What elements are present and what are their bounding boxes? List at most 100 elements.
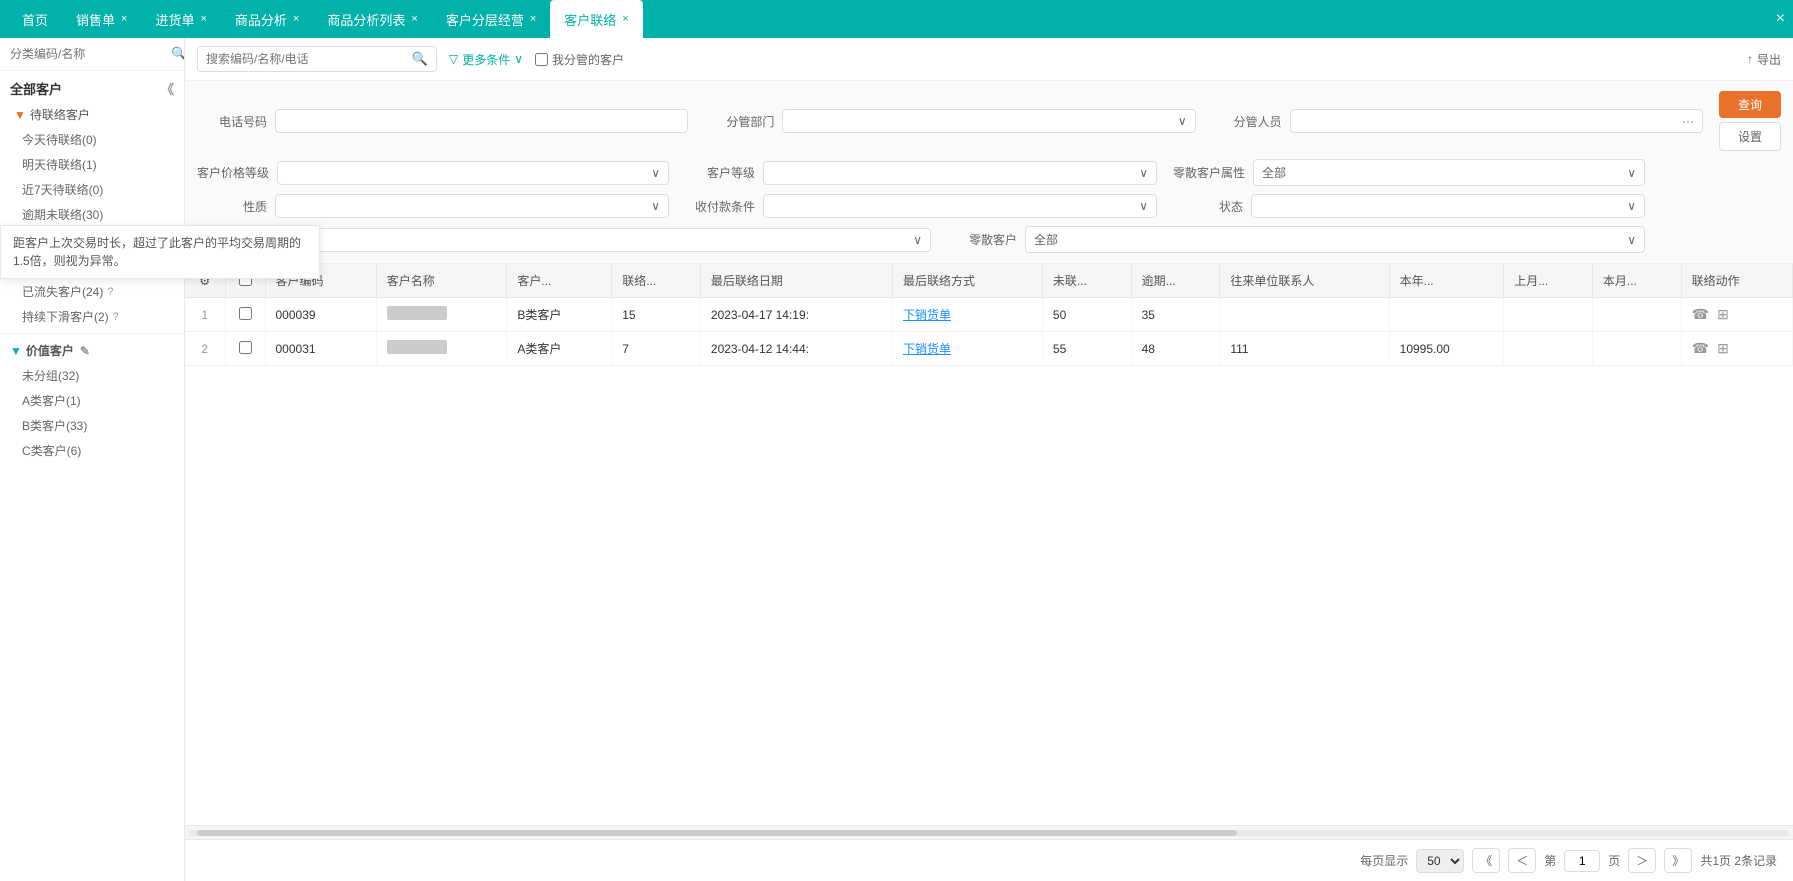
price-level-select[interactable]: ∨	[277, 161, 669, 185]
my-customers-checkbox[interactable]: 我分管的客户	[535, 51, 624, 68]
pending-contact-group[interactable]: ▼ 待联络客户	[0, 102, 184, 127]
row1-actions: ☎ ⊞	[1681, 298, 1792, 332]
nav-product-list[interactable]: 商品分析列表 ×	[313, 0, 431, 38]
this-year-col-header[interactable]: 本年...	[1389, 264, 1504, 298]
sidebar-search-input[interactable]	[10, 47, 165, 61]
contact-person-col-header[interactable]: 往来单位联系人	[1220, 264, 1389, 298]
person-select[interactable]: ···	[1290, 109, 1703, 133]
more-filters-btn[interactable]: ▽ 更多条件 ∨	[449, 51, 523, 68]
close-all-tabs[interactable]: ×	[1776, 10, 1785, 28]
table-row: 1 000039 B类客户	[185, 298, 1793, 332]
row1-more-icon[interactable]: ⊞	[1717, 306, 1729, 323]
nav-customer-contact[interactable]: 客户联络 ×	[550, 0, 642, 38]
gender-select[interactable]: ∨	[275, 194, 669, 218]
row1-last-method[interactable]: 下销货单	[892, 298, 1042, 332]
row2-code[interactable]: 000031	[265, 332, 376, 366]
value-ungroup[interactable]: 未分组(32)	[0, 363, 184, 388]
nav-purchase-close[interactable]: ×	[200, 13, 206, 25]
row2-uncontacted: 55	[1042, 332, 1131, 366]
retail-customer-select[interactable]: 全部 ∨	[1025, 226, 1645, 253]
prev-page-btn[interactable]: ＜	[1508, 848, 1536, 873]
nav-purchase[interactable]: 进货单 ×	[141, 0, 220, 38]
all-customers-label[interactable]: 全部客户	[10, 79, 62, 98]
status-chevron: ∨	[1627, 199, 1636, 213]
nav-sales[interactable]: 销售单 ×	[62, 0, 141, 38]
value-c[interactable]: C类客户(6)	[0, 438, 184, 463]
row1-code[interactable]: 000039	[265, 298, 376, 332]
payment-select[interactable]: ∨	[763, 194, 1157, 218]
row1-uncontacted: 50	[1042, 298, 1131, 332]
level-col-header[interactable]: 客户...	[507, 264, 612, 298]
name-col-header[interactable]: 客户名称	[376, 264, 507, 298]
row2-name	[376, 332, 507, 366]
main-search-icon[interactable]: 🔍	[412, 51, 428, 67]
customer-type-select[interactable]: ∨	[311, 228, 931, 252]
gender-chevron: ∨	[651, 199, 660, 213]
nav-customer-contact-close[interactable]: ×	[622, 13, 628, 25]
today-pending[interactable]: 今天待联络(0)	[0, 127, 184, 152]
nav-product-analysis-close[interactable]: ×	[293, 13, 299, 25]
main-layout: 🔍 全部客户 《 ▼ 待联络客户 今天待联络(0) 明天待联络(1) 近7天待联…	[0, 38, 1793, 881]
row2-last-method[interactable]: 下销货单	[892, 332, 1042, 366]
query-btn[interactable]: 查询	[1719, 91, 1781, 118]
contact-col-header[interactable]: 联络...	[612, 264, 701, 298]
retail-attr-chevron: ∨	[1627, 166, 1636, 180]
last-method-col-header[interactable]: 最后联络方式	[892, 264, 1042, 298]
value-customers-group[interactable]: ▼ 价值客户 ✎	[0, 338, 184, 363]
row1-checkbox[interactable]	[225, 298, 265, 332]
customer-level-label: 客户等级	[685, 164, 755, 181]
row2-last-date: 2023-04-12 14:44:	[700, 332, 892, 366]
row2-more-icon[interactable]: ⊞	[1717, 340, 1729, 357]
export-btn[interactable]: ↑ 导出	[1747, 51, 1781, 68]
overdue-col-header[interactable]: 逾期...	[1131, 264, 1220, 298]
last-date-col-header[interactable]: 最后联络日期	[700, 264, 892, 298]
value-a[interactable]: A类客户(1)	[0, 388, 184, 413]
nav-product-list-close[interactable]: ×	[411, 13, 417, 25]
row2-contact: 7	[612, 332, 701, 366]
main-search-input[interactable]	[206, 52, 406, 66]
current-page-input[interactable]	[1564, 850, 1600, 872]
row1-check[interactable]	[239, 307, 252, 320]
dept-select[interactable]: ∨	[782, 109, 1195, 133]
row2-overdue: 48	[1131, 332, 1220, 366]
declining-customers-item[interactable]: 持续下滑客户(2) ?	[0, 304, 184, 329]
row2-level: A类客户	[507, 332, 612, 366]
last-month-col-header[interactable]: 上月...	[1504, 264, 1593, 298]
nav-customer-tier[interactable]: 客户分层经营 ×	[432, 0, 550, 38]
last-page-btn[interactable]: 》	[1664, 848, 1692, 873]
this-month-col-header[interactable]: 本月...	[1592, 264, 1681, 298]
my-customers-check[interactable]	[535, 53, 548, 66]
nav-home[interactable]: 首页	[8, 0, 62, 38]
churned-customers-item[interactable]: 已流失客户(24) ?	[0, 279, 184, 304]
customer-level-select[interactable]: ∨	[763, 161, 1157, 185]
nav-customer-tier-close[interactable]: ×	[530, 13, 536, 25]
h-scrollbar-thumb[interactable]	[197, 830, 1237, 836]
next-page-btn[interactable]: ＞	[1628, 848, 1656, 873]
uncontacted-col-header[interactable]: 未联...	[1042, 264, 1131, 298]
sidebar: 🔍 全部客户 《 ▼ 待联络客户 今天待联络(0) 明天待联络(1) 近7天待联…	[0, 38, 185, 881]
h-scrollbar[interactable]	[185, 825, 1793, 839]
value-customers-edit-icon[interactable]: ✎	[80, 344, 90, 358]
sidebar-collapse-icon[interactable]: 《	[161, 79, 174, 98]
row2-phone-icon[interactable]: ☎	[1692, 340, 1709, 357]
h-scrollbar-track[interactable]	[189, 830, 1789, 836]
nav-sales-close[interactable]: ×	[121, 13, 127, 25]
retail-attr-select[interactable]: 全部 ∨	[1253, 159, 1645, 186]
value-b[interactable]: B类客户(33)	[0, 413, 184, 438]
row2-check[interactable]	[239, 341, 252, 354]
settings-btn[interactable]: 设置	[1719, 122, 1781, 151]
nav-product-analysis[interactable]: 商品分析 ×	[221, 0, 313, 38]
status-select[interactable]: ∨	[1251, 194, 1645, 218]
sidebar-search-icon[interactable]: 🔍	[171, 46, 185, 62]
overdue-pending[interactable]: 逾期未联络(30)	[0, 202, 184, 227]
row1-phone-icon[interactable]: ☎	[1692, 306, 1709, 323]
gender-filter: 性质 ∨	[197, 194, 669, 218]
phone-input[interactable]	[275, 109, 688, 133]
row2-checkbox[interactable]	[225, 332, 265, 366]
first-page-btn[interactable]: 《	[1472, 848, 1500, 873]
advanced-filters: 电话号码 分管部门 ∨ 分管人员 ···	[185, 81, 1793, 264]
week-pending[interactable]: 近7天待联络(0)	[0, 177, 184, 202]
per-page-select[interactable]: 50	[1416, 849, 1464, 873]
tooltip-box: 距客户上次交易时长，超过了此客户的平均交易周期的1.5倍，则视为异常。	[0, 225, 185, 279]
tomorrow-pending[interactable]: 明天待联络(1)	[0, 152, 184, 177]
